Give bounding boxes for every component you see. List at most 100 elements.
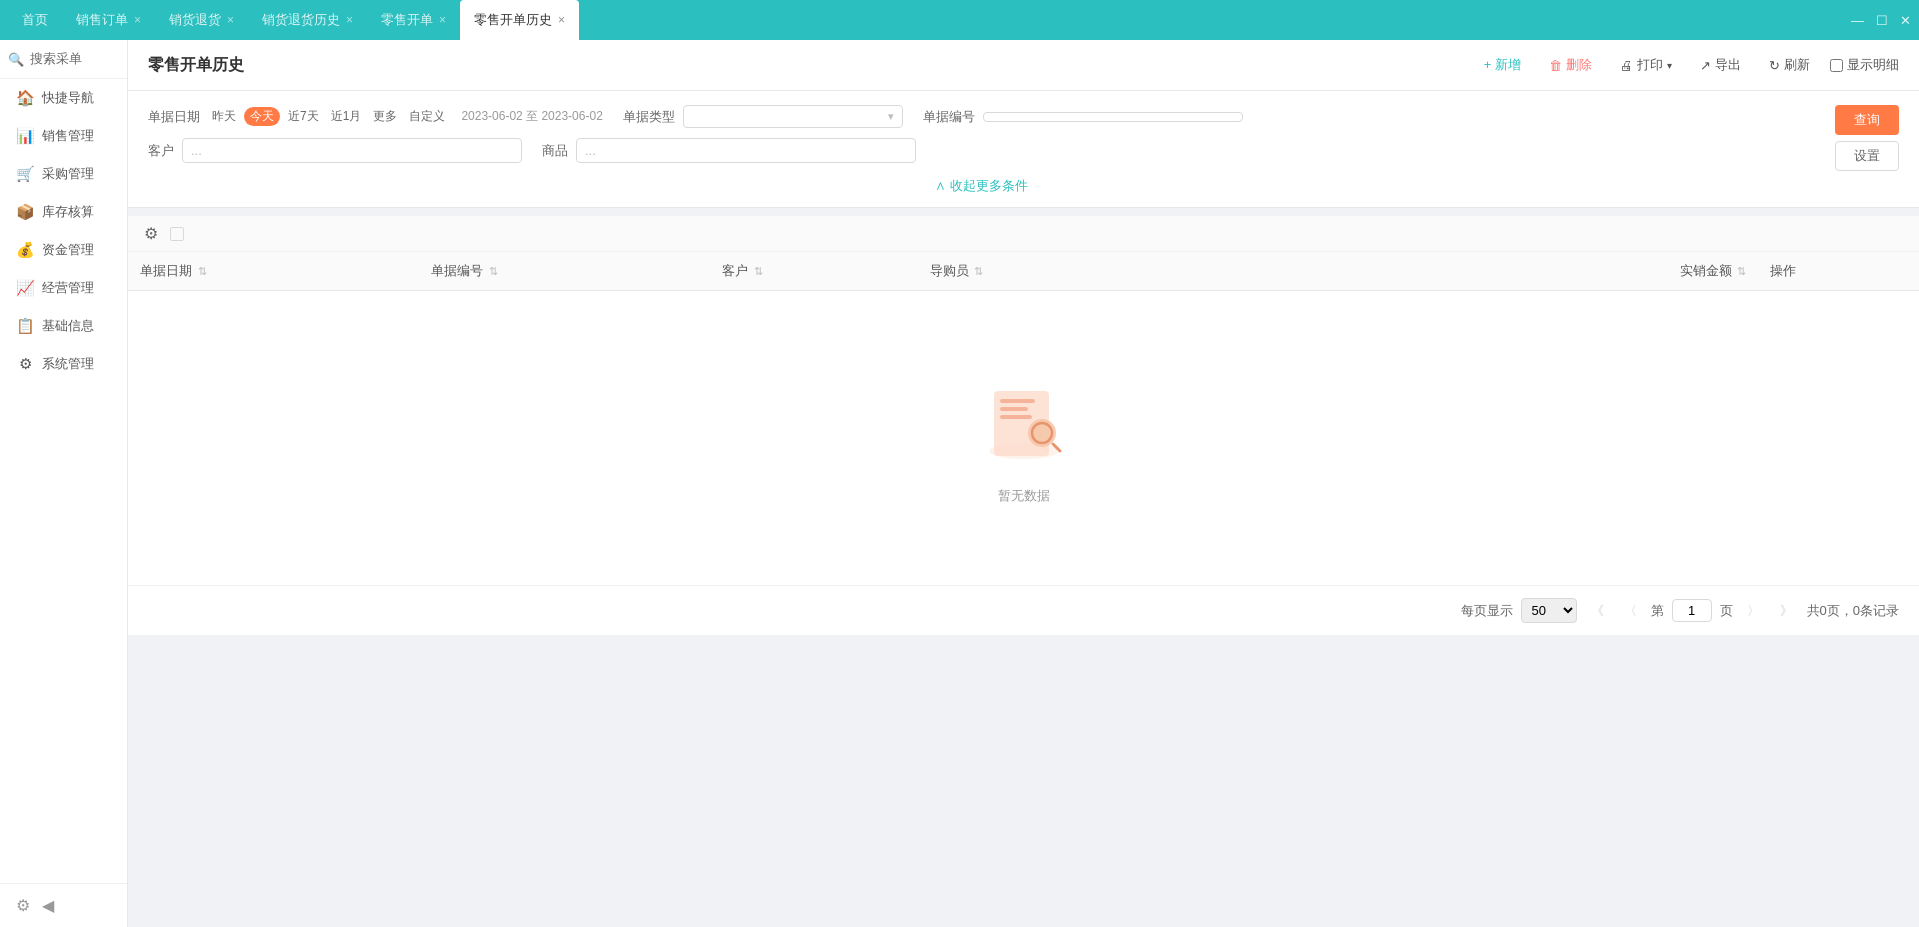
bill-type-select[interactable]: ▾ bbox=[683, 105, 903, 128]
sidebar-item-label: 销售管理 bbox=[42, 127, 94, 145]
per-page-label: 每页显示 bbox=[1461, 602, 1513, 620]
col-date: 单据日期 ⇅ bbox=[128, 252, 419, 291]
goods-placeholder: ... bbox=[585, 143, 907, 158]
sidebar-bottom: ⚙ ◀ bbox=[0, 883, 127, 927]
tab-retail-bill-history[interactable]: 零售开单历史 × bbox=[460, 0, 579, 40]
filter-row-1: 单据日期 昨天 今天 近7天 近1月 更多 自定义 2023-06-02 至 2… bbox=[148, 105, 1815, 128]
close-tab-retail-bill[interactable]: × bbox=[439, 13, 446, 27]
tab-sales-return[interactable]: 销货退货 × bbox=[155, 0, 248, 40]
tab-bar: 首页 销售订单 × 销货退货 × 销货退货历史 × 零售开单 × 零售开单历史 … bbox=[0, 0, 1919, 40]
finance-icon: 💰 bbox=[16, 241, 34, 259]
sidebar-item-label: 经营管理 bbox=[42, 279, 94, 297]
tab-home[interactable]: 首页 bbox=[8, 0, 62, 40]
main-area: 🔍 搜索采单 🏠 快捷导航 📊 销售管理 🛒 采购管理 bbox=[0, 40, 1919, 927]
print-icon: 🖨 bbox=[1620, 58, 1633, 73]
sidebar-item-quick-nav[interactable]: 🏠 快捷导航 bbox=[0, 79, 127, 117]
display-detail-toggle[interactable]: 显示明细 bbox=[1830, 56, 1899, 74]
col-guide: 导购员 ⇅ bbox=[918, 252, 1167, 291]
today-shortcut[interactable]: 今天 bbox=[244, 107, 280, 126]
inventory-icon: 📦 bbox=[16, 203, 34, 221]
yesterday-shortcut[interactable]: 昨天 bbox=[208, 107, 240, 126]
collapse-btn[interactable]: ∧ 收起更多条件 bbox=[923, 173, 1040, 199]
empty-state: 暂无数据 bbox=[128, 291, 1919, 585]
query-button[interactable]: 查询 bbox=[1835, 105, 1899, 135]
select-all-checkbox[interactable] bbox=[170, 227, 184, 241]
sort-date-icon[interactable]: ⇅ bbox=[198, 265, 207, 277]
sort-customer-icon[interactable]: ⇅ bbox=[754, 265, 763, 277]
delete-button[interactable]: 🗑 删除 bbox=[1541, 52, 1600, 78]
sidebar-search[interactable]: 🔍 搜索采单 bbox=[0, 40, 127, 79]
delete-icon: 🗑 bbox=[1549, 58, 1562, 73]
tab-sales-order[interactable]: 销售订单 × bbox=[62, 0, 155, 40]
date-filter-label: 单据日期 bbox=[148, 108, 200, 126]
sort-bill-no-icon[interactable]: ⇅ bbox=[489, 265, 498, 277]
data-table: 单据日期 ⇅ 单据编号 ⇅ 客户 ⇅ bbox=[128, 252, 1919, 585]
more-shortcut[interactable]: 更多 bbox=[369, 107, 401, 126]
window-min-btn[interactable]: — bbox=[1851, 13, 1864, 28]
sidebar-collapse-btn[interactable]: ◀ bbox=[42, 896, 54, 915]
window-restore-btn[interactable]: ☐ bbox=[1876, 13, 1888, 28]
bill-type-label: 单据类型 bbox=[623, 108, 675, 126]
sidebar-item-finance[interactable]: 💰 资金管理 bbox=[0, 231, 127, 269]
basic-info-icon: 📋 bbox=[16, 317, 34, 335]
close-tab-sales-return[interactable]: × bbox=[227, 13, 234, 27]
tab-retail-bill[interactable]: 零售开单 × bbox=[367, 0, 460, 40]
goods-filter: 商品 ... bbox=[542, 138, 916, 163]
sidebar-item-sales[interactable]: 📊 销售管理 bbox=[0, 117, 127, 155]
sidebar-item-label: 快捷导航 bbox=[42, 89, 94, 107]
goods-label: 商品 bbox=[542, 142, 568, 160]
bill-no-input[interactable] bbox=[983, 112, 1243, 122]
refresh-button[interactable]: ↻ 刷新 bbox=[1761, 52, 1818, 78]
page-first-btn[interactable]: 《 bbox=[1585, 600, 1610, 622]
empty-text: 暂无数据 bbox=[998, 487, 1050, 505]
close-tab-sales-return-history[interactable]: × bbox=[346, 13, 353, 27]
bill-type-filter: 单据类型 ▾ bbox=[623, 105, 903, 128]
svg-rect-4 bbox=[1000, 415, 1032, 419]
sidebar-search-label: 搜索采单 bbox=[30, 50, 82, 68]
last-month-shortcut[interactable]: 近1月 bbox=[327, 107, 366, 126]
customer-placeholder: ... bbox=[191, 143, 513, 158]
table-toolbar: ⚙ bbox=[128, 216, 1919, 252]
filter-settings-button[interactable]: 设置 bbox=[1835, 141, 1899, 171]
tab-sales-return-history[interactable]: 销货退货历史 × bbox=[248, 0, 367, 40]
date-filter-item: 单据日期 昨天 今天 近7天 近1月 更多 自定义 2023-06-02 至 2… bbox=[148, 107, 603, 126]
custom-shortcut[interactable]: 自定义 bbox=[405, 107, 449, 126]
close-tab-sales-order[interactable]: × bbox=[134, 13, 141, 27]
page-header: 零售开单历史 + 新增 🗑 删除 🖨 🖨 打印 打印 ▾ ↗ 导出 ↻ 刷新 显… bbox=[128, 40, 1919, 91]
table-settings-icon[interactable]: ⚙ bbox=[144, 224, 158, 243]
sort-guide-icon[interactable]: ⇅ bbox=[974, 265, 983, 277]
page-last-btn[interactable]: 》 bbox=[1774, 600, 1799, 622]
sidebar-item-basic-info[interactable]: 📋 基础信息 bbox=[0, 307, 127, 345]
col-amount-value: 实销金额 ⇅ bbox=[1467, 252, 1758, 291]
window-close-btn[interactable]: ✕ bbox=[1900, 13, 1911, 28]
sidebar-item-inventory[interactable]: 📦 库存核算 bbox=[0, 193, 127, 231]
last7-shortcut[interactable]: 近7天 bbox=[284, 107, 323, 126]
sort-amount-icon[interactable]: ⇅ bbox=[1737, 265, 1746, 277]
sidebar-item-operations[interactable]: 📈 经营管理 bbox=[0, 269, 127, 307]
filter-row-2: 客户 ... 商品 ... bbox=[148, 138, 1815, 163]
sidebar-item-label: 系统管理 bbox=[42, 355, 94, 373]
sidebar-settings-btn[interactable]: ⚙ bbox=[16, 896, 30, 915]
per-page-select[interactable]: 50 10 20 100 bbox=[1521, 598, 1577, 623]
svg-rect-2 bbox=[1000, 399, 1035, 403]
bill-no-label: 单据编号 bbox=[923, 108, 975, 126]
toolbar: + 新增 🗑 删除 🖨 🖨 打印 打印 ▾ ↗ 导出 ↻ 刷新 显示明细 bbox=[1476, 52, 1899, 78]
date-range-display: 2023-06-02 至 2023-06-02 bbox=[461, 108, 602, 125]
col-action: 操作 bbox=[1758, 252, 1919, 291]
print-button[interactable]: 🖨 🖨 打印 打印 ▾ bbox=[1612, 52, 1680, 78]
customer-input[interactable]: ... bbox=[182, 138, 522, 163]
goods-input[interactable]: ... bbox=[576, 138, 916, 163]
sales-icon: 📊 bbox=[16, 127, 34, 145]
purchase-icon: 🛒 bbox=[16, 165, 34, 183]
sidebar-item-purchase[interactable]: 🛒 采购管理 bbox=[0, 155, 127, 193]
export-button[interactable]: ↗ 导出 bbox=[1692, 52, 1749, 78]
page-next-btn[interactable]: 〉 bbox=[1741, 600, 1766, 622]
page-input[interactable] bbox=[1672, 599, 1712, 622]
sidebar-item-system[interactable]: ⚙ 系统管理 bbox=[0, 345, 127, 383]
display-detail-checkbox[interactable] bbox=[1830, 59, 1843, 72]
customer-label: 客户 bbox=[148, 142, 174, 160]
close-tab-retail-bill-history[interactable]: × bbox=[558, 13, 565, 27]
add-button[interactable]: + 新增 bbox=[1476, 52, 1529, 78]
table-container: ⚙ 单据日期 ⇅ 单据编号 ⇅ bbox=[128, 216, 1919, 585]
page-prev-btn[interactable]: 〈 bbox=[1618, 600, 1643, 622]
